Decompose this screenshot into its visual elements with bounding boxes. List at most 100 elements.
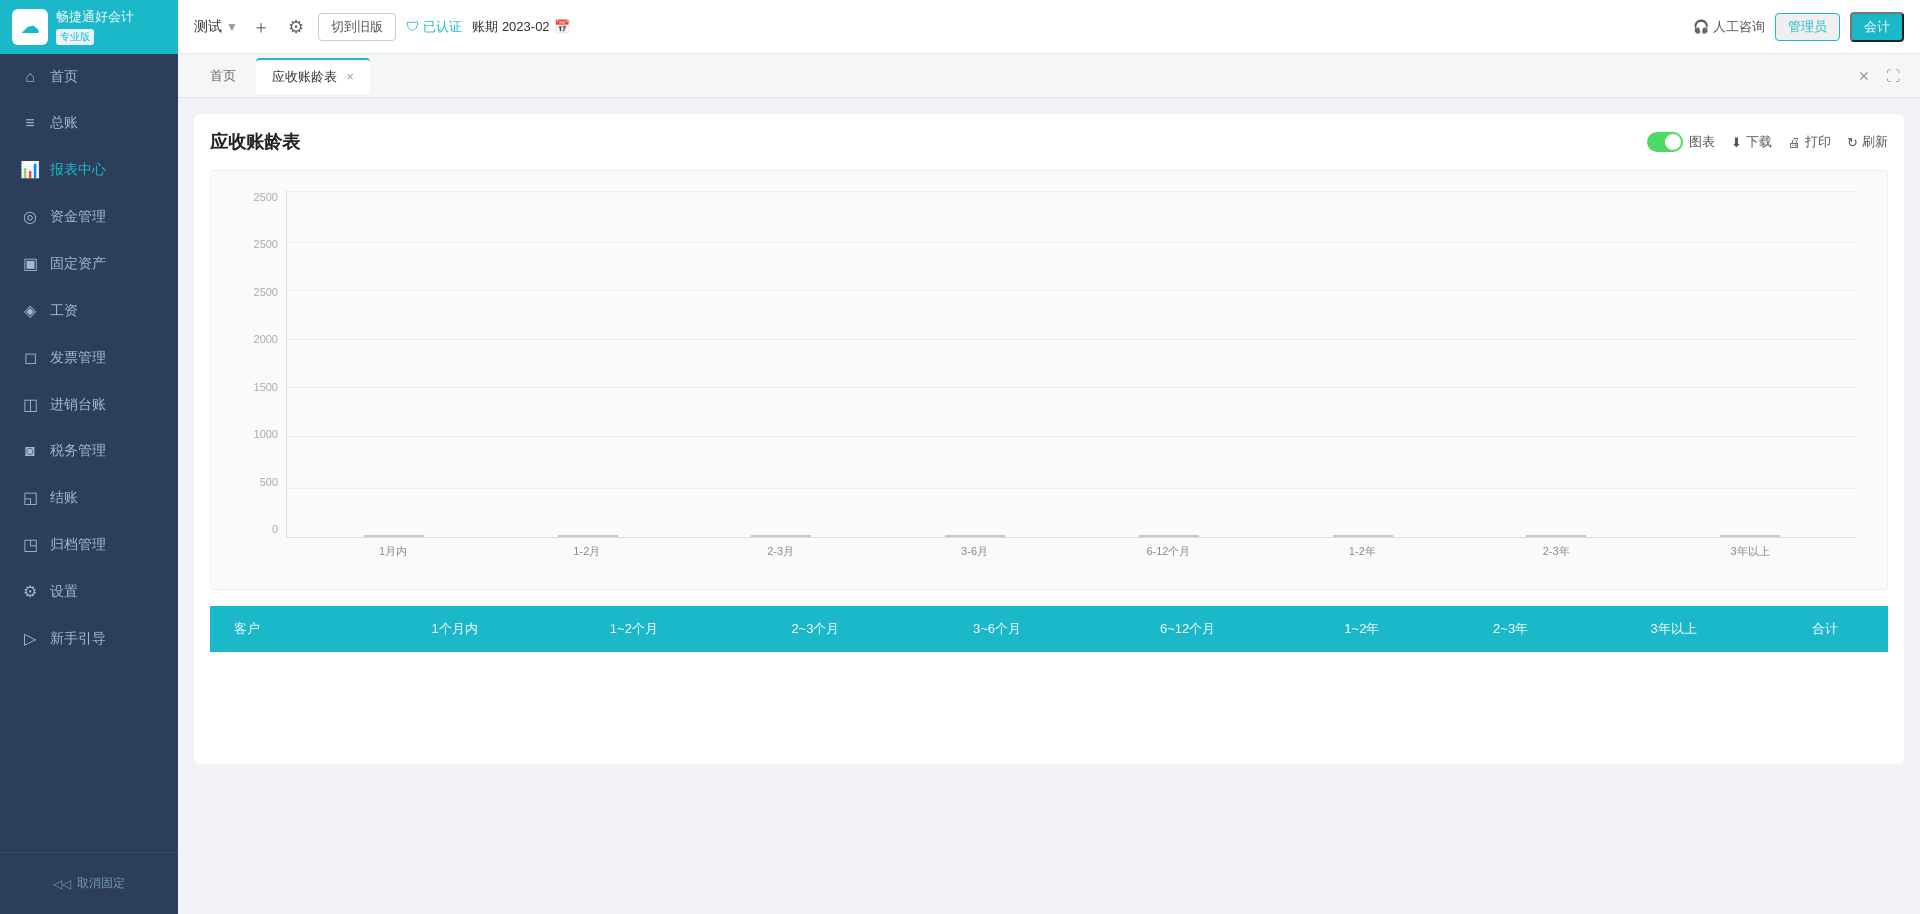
invoice-icon: ◻ <box>20 348 40 367</box>
bar-6-12month <box>1139 535 1199 537</box>
chart-toggle[interactable]: 图表 <box>1647 132 1715 152</box>
chart-plot: 1月内 1-2月 2-3月 3-6月 6-12个月 1-2年 2-3年 3年以上 <box>286 191 1857 559</box>
archive-icon: ◳ <box>20 535 40 554</box>
bar-2-3month <box>751 535 811 537</box>
closing-icon: ◱ <box>20 488 40 507</box>
app-edition: 专业版 <box>56 29 94 45</box>
bar-group-2-3year <box>1526 535 1586 537</box>
col-1month: 1个月内 <box>366 606 543 652</box>
sidebar-item-guide[interactable]: ▷ 新手引导 <box>0 615 178 662</box>
report-card: 应收账龄表 图表 ⬇ 下载 🖨 打印 ↻ <box>194 114 1904 764</box>
admin-button[interactable]: 管理员 <box>1775 13 1840 41</box>
gear-button[interactable]: ⚙ <box>284 12 308 42</box>
print-button[interactable]: 🖨 打印 <box>1788 133 1831 151</box>
switch-old-version-button[interactable]: 切到旧版 <box>318 13 396 41</box>
tab-close-icon[interactable]: × <box>347 70 354 84</box>
download-label: 下载 <box>1746 133 1772 151</box>
assets-icon: ▣ <box>20 254 40 273</box>
certified-badge: 🛡 已认证 <box>406 18 462 36</box>
x-label-3plus: 3年以上 <box>1720 544 1780 559</box>
y-label-2500a: 2500 <box>254 191 278 203</box>
headset-icon: 🎧 <box>1693 19 1709 34</box>
sidebar-item-ledger[interactable]: ≡ 总账 <box>0 100 178 146</box>
y-label-2500c: 2500 <box>254 286 278 298</box>
tab-aging-label: 应收账龄表 <box>272 69 337 84</box>
sidebar-item-invoice[interactable]: ◻ 发票管理 <box>0 334 178 381</box>
project-dropdown-icon: ▼ <box>226 20 238 34</box>
x-label-6-12month: 6-12个月 <box>1138 544 1198 559</box>
col-2-3year: 2~3年 <box>1436 606 1585 652</box>
project-selector[interactable]: 测试 ▼ <box>194 18 238 36</box>
bar-group-6-12month <box>1139 535 1199 537</box>
sidebar: ☁ 畅捷通好会计 专业版 ⌂ 首页 ≡ 总账 📊 报表中心 ◎ 资金管理 ▣ 固… <box>0 0 178 914</box>
period-value: 2023-02 <box>502 19 550 34</box>
expand-panel-button[interactable]: ⛶ <box>1882 64 1904 88</box>
sidebar-item-archive[interactable]: ◳ 归档管理 <box>0 521 178 568</box>
x-label-2-3year: 2-3年 <box>1526 544 1586 559</box>
role-button[interactable]: 会计 <box>1850 12 1904 42</box>
add-button[interactable]: ＋ <box>248 11 274 43</box>
col-6-12month: 6~12个月 <box>1088 606 1288 652</box>
app-name: 畅捷通好会计 <box>56 9 134 26</box>
report-title: 应收账龄表 <box>210 130 300 154</box>
chart-toggle-switch[interactable] <box>1647 132 1683 152</box>
sidebar-item-salary[interactable]: ◈ 工资 <box>0 287 178 334</box>
chart-bars-area <box>286 191 1857 538</box>
col-3plus: 3年以上 <box>1585 606 1762 652</box>
sidebar-label-trade: 进销台账 <box>50 396 106 414</box>
sidebar-label-settings: 设置 <box>50 583 78 601</box>
funds-icon: ◎ <box>20 207 40 226</box>
content-area: 应收账龄表 图表 ⬇ 下载 🖨 打印 ↻ <box>178 98 1920 914</box>
sidebar-label-assets: 固定资产 <box>50 255 106 273</box>
sidebar-item-funds[interactable]: ◎ 资金管理 <box>0 193 178 240</box>
table-header-row: 客户 1个月内 1~2个月 2~3个月 3~6个月 6~12个月 1~2年 2~… <box>210 606 1888 652</box>
sidebar-item-reports[interactable]: 📊 报表中心 <box>0 146 178 193</box>
bar-group-1month <box>364 535 424 537</box>
shield-icon: 🛡 <box>406 19 419 34</box>
unpin-button[interactable]: ◁◁ 取消固定 <box>0 865 178 902</box>
chart-x-labels: 1月内 1-2月 2-3月 3-6月 6-12个月 1-2年 2-3年 3年以上 <box>286 538 1857 559</box>
bar-3-6month <box>945 535 1005 537</box>
bar-group-2-3month <box>751 535 811 537</box>
report-actions: 图表 ⬇ 下载 🖨 打印 ↻ 刷新 <box>1647 132 1888 152</box>
sidebar-item-tax[interactable]: ◙ 税务管理 <box>0 428 178 474</box>
print-label: 打印 <box>1805 133 1831 151</box>
chart-y-axis: 2500 2500 2500 2000 1500 1000 500 0 <box>241 191 286 559</box>
sidebar-item-trade[interactable]: ◫ 进销台账 <box>0 381 178 428</box>
consultant-button[interactable]: 🎧 人工咨询 <box>1693 18 1765 36</box>
project-name: 测试 <box>194 18 222 36</box>
sidebar-item-settings[interactable]: ⚙ 设置 <box>0 568 178 615</box>
trade-icon: ◫ <box>20 395 40 414</box>
y-label-1500: 1500 <box>254 381 278 393</box>
tab-home-label: 首页 <box>210 68 236 83</box>
topbar: 测试 ▼ ＋ ⚙ 切到旧版 🛡 已认证 账期 2023-02 📅 🎧 人工咨询 … <box>178 0 1920 54</box>
x-label-2-3month: 2-3月 <box>751 544 811 559</box>
sidebar-item-assets[interactable]: ▣ 固定资产 <box>0 240 178 287</box>
guide-icon: ▷ <box>20 629 40 648</box>
refresh-icon: ↻ <box>1847 135 1858 150</box>
ledger-icon: ≡ <box>20 114 40 132</box>
close-panel-button[interactable]: ✕ <box>1854 64 1874 88</box>
y-label-1000: 1000 <box>254 428 278 440</box>
certified-label: 已认证 <box>423 18 462 36</box>
sidebar-nav: ⌂ 首页 ≡ 总账 📊 报表中心 ◎ 资金管理 ▣ 固定资产 ◈ 工资 ◻ 发票… <box>0 54 178 852</box>
bar-1month <box>364 535 424 537</box>
tab-home[interactable]: 首页 <box>194 59 252 93</box>
refresh-button[interactable]: ↻ 刷新 <box>1847 133 1888 151</box>
sidebar-label-reports: 报表中心 <box>50 161 106 179</box>
unpin-label: 取消固定 <box>77 875 125 892</box>
y-label-0: 0 <box>272 523 278 535</box>
col-customer: 客户 <box>210 606 366 652</box>
period-selector[interactable]: 账期 2023-02 📅 <box>472 18 570 36</box>
tab-aging-report[interactable]: 应收账龄表 × <box>256 58 370 94</box>
download-button[interactable]: ⬇ 下载 <box>1731 133 1772 151</box>
salary-icon: ◈ <box>20 301 40 320</box>
x-label-3-6month: 3-6月 <box>945 544 1005 559</box>
sidebar-item-closing[interactable]: ◱ 结账 <box>0 474 178 521</box>
refresh-label: 刷新 <box>1862 133 1888 151</box>
y-label-500: 500 <box>260 476 278 488</box>
report-header: 应收账龄表 图表 ⬇ 下载 🖨 打印 ↻ <box>210 130 1888 154</box>
download-icon: ⬇ <box>1731 135 1742 150</box>
chart-inner: 2500 2500 2500 2000 1500 1000 500 0 <box>241 191 1857 559</box>
sidebar-item-home[interactable]: ⌂ 首页 <box>0 54 178 100</box>
